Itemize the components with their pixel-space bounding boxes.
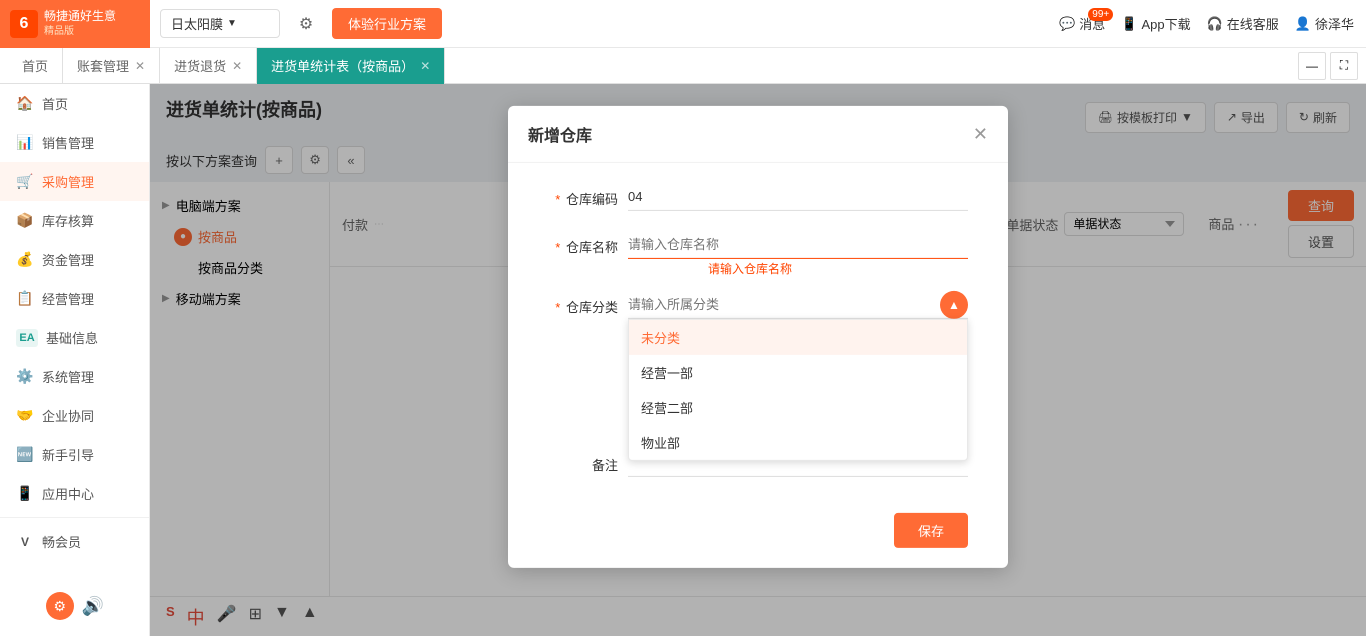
sidebar-item-system[interactable]: ⚙️ 系统管理 bbox=[0, 357, 149, 396]
logo-icon: 6 bbox=[10, 10, 38, 38]
settings-circle-button[interactable]: ⚙ bbox=[46, 592, 74, 620]
logo-area: 6 畅捷通好生意 精品版 bbox=[0, 0, 150, 48]
sidebar-bottom: ⚙ 🔊 bbox=[0, 584, 150, 628]
required-icon-name: * bbox=[555, 240, 560, 255]
user-profile[interactable]: 👤 徐泽华 bbox=[1295, 14, 1354, 33]
try-industry-button[interactable]: 体验行业方案 bbox=[332, 8, 442, 39]
add-warehouse-modal: 新增仓库 ✕ * 仓库编码 * 仓库名称 bbox=[508, 106, 1008, 568]
top-header: 6 畅捷通好生意 精品版 日太阳膜 ▼ ⚙ 体验行业方案 💬 消息 99+ 📱 … bbox=[0, 0, 1366, 48]
sidebar-item-home[interactable]: 🏠 首页 bbox=[0, 84, 149, 123]
sidebar-item-finance[interactable]: 💰 资金管理 bbox=[0, 240, 149, 279]
required-icon-cat: * bbox=[555, 300, 560, 315]
home-icon: 🏠 bbox=[16, 95, 34, 113]
gear-button[interactable]: ⚙ bbox=[290, 8, 322, 40]
dropdown-option-property[interactable]: 物业部 bbox=[629, 425, 967, 460]
tab-bar: 首页 账套管理 ✕ 进货退货 ✕ 进货单统计表（按商品） ✕ — ⛶ bbox=[0, 48, 1366, 84]
message-badge: 99+ bbox=[1088, 8, 1113, 21]
chevron-down-icon: ▼ bbox=[227, 18, 237, 29]
required-icon: * bbox=[555, 192, 560, 207]
settings-icon: ⚙ bbox=[54, 598, 67, 615]
sidebar-item-apps[interactable]: 📱 应用中心 bbox=[0, 474, 149, 513]
headphone-icon: 🎧 bbox=[1207, 16, 1223, 32]
tab-close-icon[interactable]: ✕ bbox=[135, 59, 145, 73]
name-error-message: 请输入仓库名称 bbox=[708, 260, 792, 277]
name-input-wrapper: 请输入仓库名称 bbox=[628, 231, 968, 259]
sidebar-divider bbox=[0, 517, 149, 518]
dropdown-option-uncategorized[interactable]: 未分类 bbox=[629, 320, 967, 355]
save-button[interactable]: 保存 bbox=[894, 513, 968, 548]
modal-header: 新增仓库 ✕ bbox=[508, 106, 1008, 163]
vip-icon: V bbox=[16, 533, 34, 551]
tab-controls: — ⛶ bbox=[1298, 52, 1358, 80]
sidebar-item-newbie[interactable]: 🆕 新手引导 bbox=[0, 435, 149, 474]
dropdown-toggle-button[interactable]: ▲ bbox=[940, 291, 968, 319]
message-icon: 💬 bbox=[1059, 16, 1075, 32]
tab-expand-button[interactable]: ⛶ bbox=[1330, 52, 1358, 80]
modal-body: * 仓库编码 * 仓库名称 请输入仓库名称 bbox=[508, 163, 1008, 477]
online-service-button[interactable]: 🎧 在线客服 bbox=[1207, 14, 1279, 33]
name-label: * 仓库名称 bbox=[548, 231, 628, 256]
sidebar-item-purchase[interactable]: 🛒 采购管理 bbox=[0, 162, 149, 201]
form-row-category: * 仓库分类 ▲ 未分类 经营一部 经营二部 物业部 bbox=[548, 291, 968, 319]
store-selector[interactable]: 日太阳膜 ▼ bbox=[160, 9, 280, 38]
remark-label: 备注 bbox=[548, 449, 628, 474]
avatar-icon: 👤 bbox=[1295, 16, 1311, 32]
sidebar-item-basic-info[interactable]: EA 基础信息 bbox=[0, 318, 149, 357]
form-row-name: * 仓库名称 请输入仓库名称 bbox=[548, 231, 968, 259]
tab-minimize-button[interactable]: — bbox=[1298, 52, 1326, 80]
tab-close-icon[interactable]: ✕ bbox=[232, 59, 242, 73]
category-dropdown-list: 未分类 经营一部 经营二部 物业部 bbox=[628, 319, 968, 461]
dropdown-option-dept1[interactable]: 经营一部 bbox=[629, 355, 967, 390]
enterprise-icon: 🤝 bbox=[16, 407, 34, 425]
logo-text: 畅捷通好生意 精品版 bbox=[44, 9, 116, 38]
tab-home[interactable]: 首页 bbox=[8, 48, 63, 84]
purchase-icon: 🛒 bbox=[16, 173, 34, 191]
header-right: 💬 消息 99+ 📱 App下载 🎧 在线客服 👤 徐泽华 bbox=[1059, 14, 1354, 33]
store-name: 日太阳膜 bbox=[171, 14, 223, 33]
sidebar: 🏠 首页 📊 销售管理 🛒 采购管理 📦 库存核算 💰 资金管理 📋 经营管理 … bbox=[0, 84, 150, 636]
content-area: 进货单统计(按商品) 🖨 按模板打印 ▼ ↗ 导出 ↻ 刷新 按以下方案查询 bbox=[150, 84, 1366, 636]
operations-icon: 📋 bbox=[16, 290, 34, 308]
sidebar-item-sales[interactable]: 📊 销售管理 bbox=[0, 123, 149, 162]
modal-close-button[interactable]: ✕ bbox=[973, 123, 988, 144]
app-download-button[interactable]: 📱 App下载 bbox=[1121, 14, 1190, 33]
phone-icon: 📱 bbox=[1121, 16, 1137, 32]
code-label: * 仓库编码 bbox=[548, 183, 628, 208]
inventory-icon: 📦 bbox=[16, 212, 34, 230]
category-input[interactable] bbox=[628, 291, 968, 319]
main-layout: 🏠 首页 📊 销售管理 🛒 采购管理 📦 库存核算 💰 资金管理 📋 经营管理 … bbox=[0, 84, 1366, 636]
tab-account[interactable]: 账套管理 ✕ bbox=[63, 48, 160, 84]
sidebar-item-enterprise[interactable]: 🤝 企业协同 bbox=[0, 396, 149, 435]
dropdown-option-dept2[interactable]: 经营二部 bbox=[629, 390, 967, 425]
warehouse-name-input[interactable] bbox=[628, 231, 968, 259]
tab-close-active-icon[interactable]: ✕ bbox=[420, 59, 430, 73]
username: 徐泽华 bbox=[1315, 14, 1354, 33]
volume-icon[interactable]: 🔊 bbox=[82, 596, 104, 617]
tab-purchase-return[interactable]: 进货退货 ✕ bbox=[160, 48, 257, 84]
modal-footer: 保存 bbox=[508, 497, 1008, 548]
form-row-code: * 仓库编码 bbox=[548, 183, 968, 211]
apps-icon: 📱 bbox=[16, 485, 34, 503]
basic-info-icon: EA bbox=[16, 329, 38, 347]
sales-icon: 📊 bbox=[16, 134, 34, 152]
system-icon: ⚙️ bbox=[16, 368, 34, 386]
sidebar-item-operations[interactable]: 📋 经营管理 bbox=[0, 279, 149, 318]
newbie-icon: 🆕 bbox=[16, 446, 34, 464]
tab-purchase-stats[interactable]: 进货单统计表（按商品） ✕ bbox=[257, 48, 445, 84]
finance-icon: 💰 bbox=[16, 251, 34, 269]
message-button[interactable]: 💬 消息 99+ bbox=[1059, 14, 1105, 33]
sidebar-item-vip[interactable]: V 畅会员 bbox=[0, 522, 149, 561]
category-dropdown-wrapper: ▲ 未分类 经营一部 经营二部 物业部 bbox=[628, 291, 968, 319]
warehouse-code-input[interactable] bbox=[628, 183, 968, 211]
sidebar-item-inventory[interactable]: 📦 库存核算 bbox=[0, 201, 149, 240]
category-label: * 仓库分类 bbox=[548, 291, 628, 316]
modal-title: 新增仓库 bbox=[528, 122, 592, 146]
